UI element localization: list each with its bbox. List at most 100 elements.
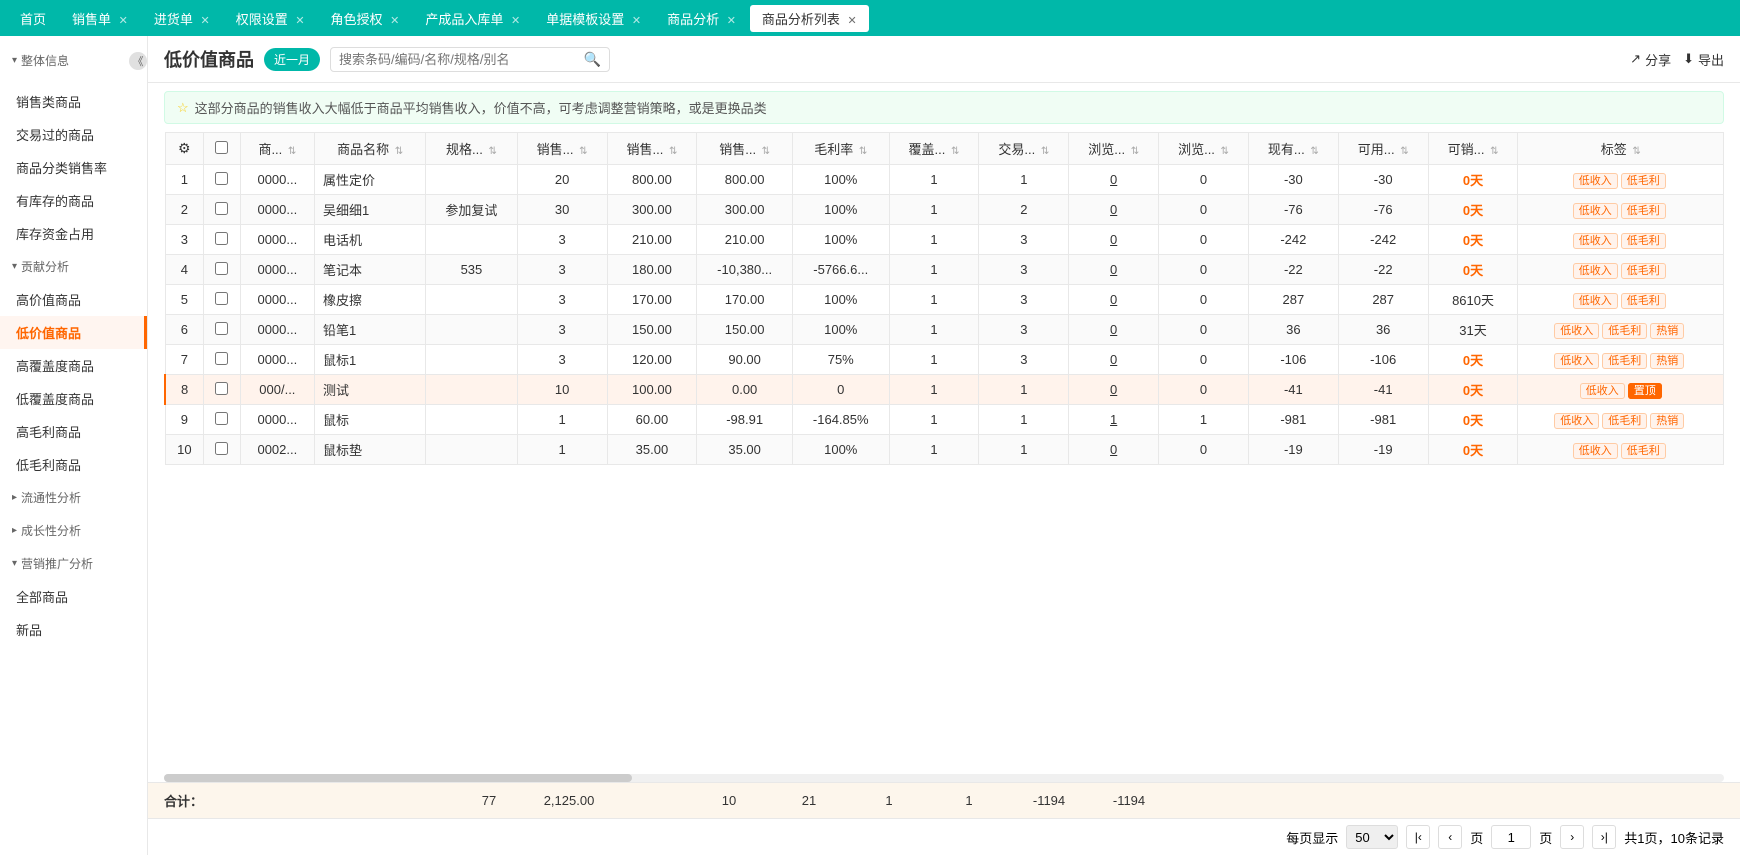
row-checkbox[interactable] [215,202,228,215]
col-sales-qty[interactable]: 销售... ⇅ [517,133,607,165]
row-checkbox[interactable] [215,442,228,455]
next-page-btn[interactable]: › [1560,825,1584,849]
nav-purchase-order[interactable]: 进货单 ✕ [142,5,222,32]
row-checkbox[interactable] [215,322,228,335]
search-input[interactable] [339,52,578,67]
sidebar-item-all-products[interactable]: 全部商品 [0,580,147,613]
cell-checkbox[interactable] [204,345,241,375]
cell-checkbox[interactable] [204,255,241,285]
page-input[interactable] [1491,825,1531,849]
table-row[interactable]: 10 0002... 鼠标垫 1 35.00 35.00 100% 1 1 0 … [165,435,1724,465]
col-coverage[interactable]: 覆盖... ⇅ [889,133,979,165]
nav-product-analysis[interactable]: 商品分析 ✕ [655,5,748,32]
cell-views1[interactable]: 1 [1069,405,1159,435]
col-trade[interactable]: 交易... ⇅ [979,133,1069,165]
sidebar-collapse-btn[interactable]: 《 [129,52,147,70]
views1-link[interactable]: 0 [1110,442,1117,457]
export-button[interactable]: ⬇ 导出 [1683,50,1724,69]
nav-analysis-close[interactable]: ✕ [727,15,736,27]
col-views2[interactable]: 浏览... ⇅ [1159,133,1249,165]
row-checkbox[interactable] [215,232,228,245]
nav-analysis-list-close[interactable]: ✕ [848,15,857,27]
table-row[interactable]: 7 0000... 鼠标1 3 120.00 90.00 75% 1 3 0 0… [165,345,1724,375]
first-page-btn[interactable]: |‹ [1406,825,1430,849]
table-wrapper[interactable]: ⚙ 商... ⇅ 商品名称 ⇅ 规格... ⇅ 销售... ⇅ 销售... ⇅ … [148,132,1740,774]
views1-link[interactable]: 0 [1110,202,1117,217]
cell-checkbox[interactable] [204,285,241,315]
sidebar-item-high-margin[interactable]: 高毛利商品 [0,415,147,448]
nav-product-instock[interactable]: 产成品入库单 ✕ [413,5,532,32]
col-views1[interactable]: 浏览... ⇅ [1069,133,1159,165]
cell-views1[interactable]: 0 [1069,375,1159,405]
table-row[interactable]: 4 0000... 笔记本 535 3 180.00 -10,380... -5… [165,255,1724,285]
table-row[interactable]: 5 0000... 橡皮擦 3 170.00 170.00 100% 1 3 0… [165,285,1724,315]
col-stock[interactable]: 现有... ⇅ [1248,133,1338,165]
table-row[interactable]: 1 0000... 属性定价 20 800.00 800.00 100% 1 1… [165,165,1724,195]
cell-checkbox[interactable] [204,195,241,225]
nav-template-close[interactable]: ✕ [632,15,641,27]
table-row[interactable]: 9 0000... 鼠标 1 60.00 -98.91 -164.85% 1 1… [165,405,1724,435]
sidebar-item-stock-capital[interactable]: 库存资金占用 [0,217,147,250]
sidebar-item-low-value[interactable]: 低价值商品 [0,316,147,349]
cell-views1[interactable]: 0 [1069,195,1159,225]
table-row[interactable]: 6 0000... 铅笔1 3 150.00 150.00 100% 1 3 0… [165,315,1724,345]
last-page-btn[interactable]: ›| [1592,825,1616,849]
col-tags[interactable]: 标签 ⇅ [1518,133,1724,165]
nav-role-auth[interactable]: 角色授权 ✕ [319,5,412,32]
cell-views1[interactable]: 0 [1069,255,1159,285]
col-code[interactable]: 商... ⇅ [240,133,314,165]
cell-checkbox[interactable] [204,405,241,435]
cell-checkbox[interactable] [204,435,241,465]
views1-link[interactable]: 0 [1110,382,1117,397]
nav-purchase-order-close[interactable]: ✕ [200,15,209,27]
cell-checkbox[interactable] [204,165,241,195]
share-button[interactable]: ↗ 分享 [1630,50,1671,69]
cell-views1[interactable]: 0 [1069,225,1159,255]
table-row[interactable]: 8 000/... 测试 10 100.00 0.00 0 1 1 0 0 -4… [165,375,1724,405]
select-all-checkbox[interactable] [215,141,228,154]
nav-product-analysis-list[interactable]: 商品分析列表 ✕ [750,5,869,32]
col-sales-amount[interactable]: 销售... ⇅ [697,133,793,165]
views1-link[interactable]: 0 [1110,262,1117,277]
row-checkbox[interactable] [215,262,228,275]
sidebar-item-stock-products[interactable]: 有库存的商品 [0,184,147,217]
col-checkbox[interactable] [204,133,241,165]
nav-product-close[interactable]: ✕ [511,15,520,27]
views1-link[interactable]: 0 [1110,172,1117,187]
sidebar-item-new-products[interactable]: 新品 [0,613,147,646]
sidebar-item-category-sales-rate[interactable]: 商品分类销售率 [0,151,147,184]
table-row[interactable]: 3 0000... 电话机 3 210.00 210.00 100% 1 3 0… [165,225,1724,255]
sidebar-item-traded-products[interactable]: 交易过的商品 [0,118,147,151]
cell-views1[interactable]: 0 [1069,285,1159,315]
sidebar-item-high-value[interactable]: 高价值商品 [0,283,147,316]
row-checkbox[interactable] [215,382,228,395]
col-spec[interactable]: 规格... ⇅ [426,133,517,165]
col-available[interactable]: 可用... ⇅ [1338,133,1428,165]
cell-views1[interactable]: 0 [1069,315,1159,345]
row-checkbox[interactable] [215,292,228,305]
views1-link[interactable]: 0 [1110,352,1117,367]
views1-link[interactable]: 1 [1110,412,1117,427]
row-checkbox[interactable] [215,352,228,365]
table-row[interactable]: 2 0000... 吴细细1 参加复试 30 300.00 300.00 100… [165,195,1724,225]
nav-home[interactable]: 首页 [8,5,58,32]
nav-template-setting[interactable]: 单据模板设置 ✕ [534,5,653,32]
filter-tag-btn[interactable]: 近一月 [264,48,320,71]
views1-link[interactable]: 0 [1110,292,1117,307]
sidebar-item-sales-products[interactable]: 销售类商品 [0,85,147,118]
col-name[interactable]: 商品名称 ⇅ [314,133,425,165]
nav-permission-close[interactable]: ✕ [295,15,304,27]
row-checkbox[interactable] [215,412,228,425]
cell-views1[interactable]: 0 [1069,165,1159,195]
cell-checkbox[interactable] [204,375,241,405]
nav-sales-order-close[interactable]: ✕ [119,15,128,27]
views1-link[interactable]: 0 [1110,322,1117,337]
scroll-thumb[interactable] [164,774,632,782]
cell-checkbox[interactable] [204,225,241,255]
nav-sales-order[interactable]: 销售单 ✕ [60,5,140,32]
horizontal-scrollbar[interactable] [164,774,1724,782]
col-sales-price[interactable]: 销售... ⇅ [607,133,697,165]
sidebar-item-high-coverage[interactable]: 高覆盖度商品 [0,349,147,382]
cell-views1[interactable]: 0 [1069,345,1159,375]
per-page-select[interactable]: 50 100 [1346,825,1398,849]
